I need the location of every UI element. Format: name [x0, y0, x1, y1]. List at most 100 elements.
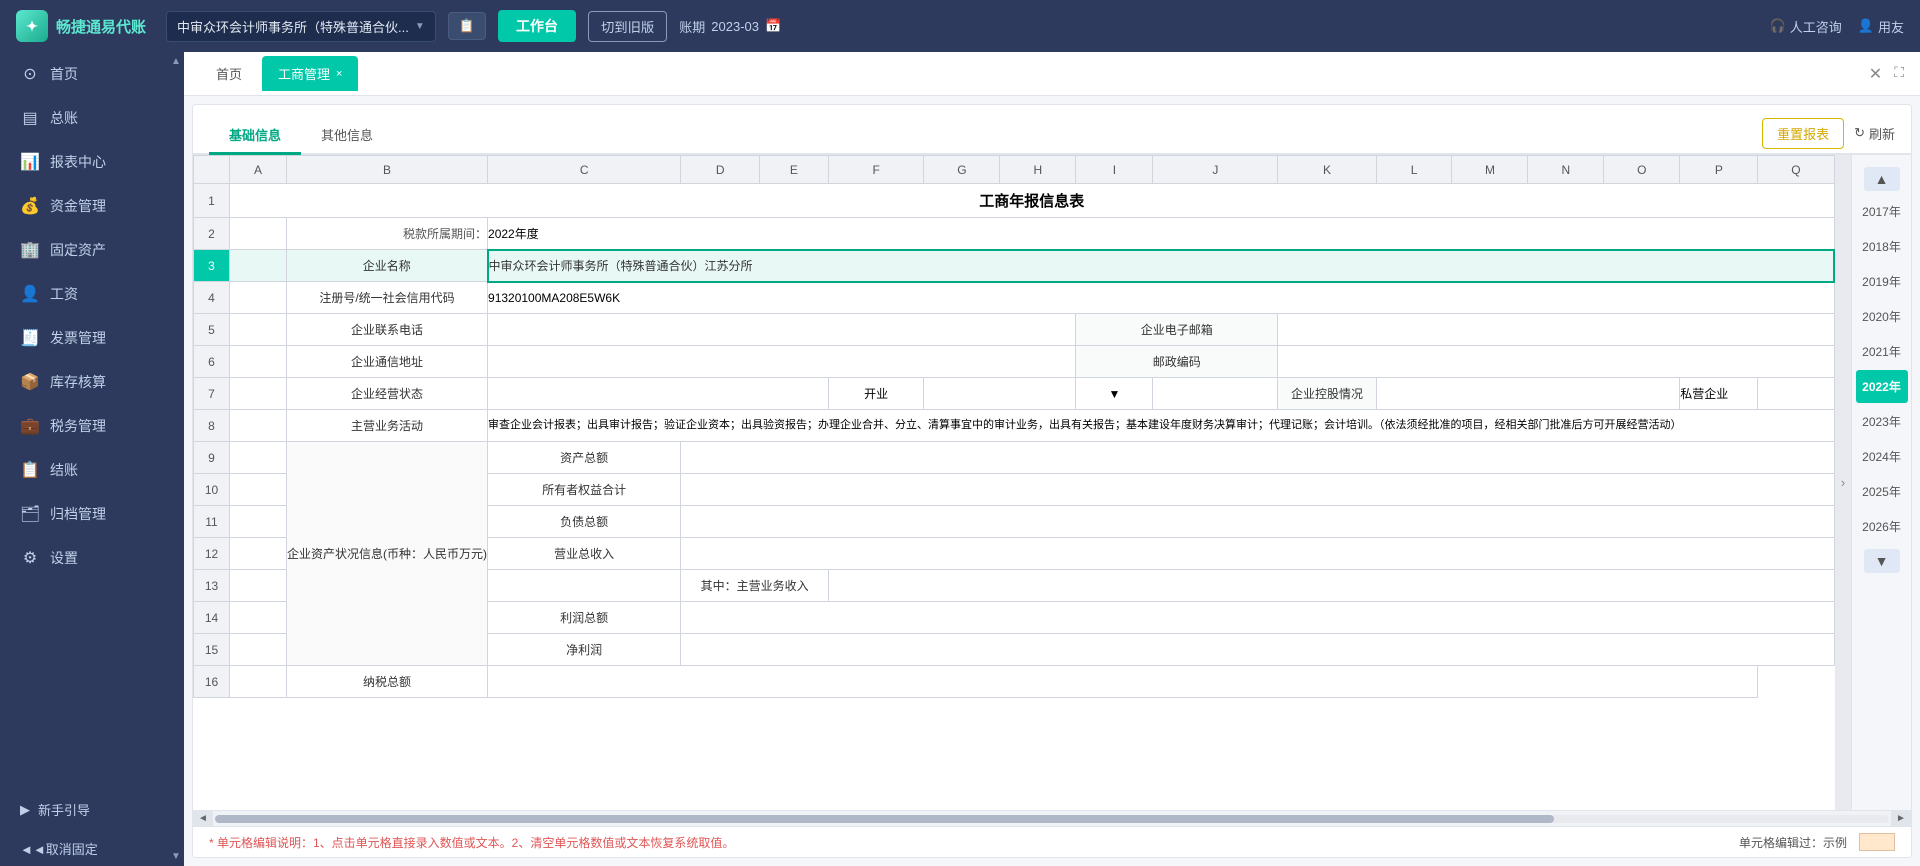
cell-7g[interactable] — [924, 378, 1076, 410]
sidebar-item-home[interactable]: ⊙首页 — [0, 52, 168, 96]
cell-2a[interactable] — [230, 218, 287, 250]
cell-8a[interactable] — [230, 410, 287, 442]
sidebar-scroll-up[interactable]: ▲ — [171, 56, 181, 67]
cell-9a[interactable] — [230, 442, 287, 474]
user-menu[interactable]: 👤 用友 — [1858, 17, 1904, 36]
col-header-c[interactable]: C — [488, 156, 681, 184]
cell-13a[interactable] — [230, 570, 287, 602]
window-expand-button[interactable]: ⛶ — [1894, 64, 1904, 84]
cell-7a[interactable] — [230, 378, 287, 410]
cell-13c-empty[interactable] — [488, 570, 681, 602]
col-header-e[interactable]: E — [760, 156, 829, 184]
col-header-q[interactable]: Q — [1758, 156, 1834, 184]
year-item-2022[interactable]: 2022年 — [1856, 370, 1908, 403]
sidebar-item-payroll[interactable]: 👤工资 — [0, 272, 168, 316]
year-scroll-up[interactable]: ▲ — [1864, 167, 1900, 191]
col-header-m[interactable]: M — [1452, 156, 1528, 184]
sidebar-item-tax[interactable]: 💼税务管理 — [0, 404, 168, 448]
year-item-2017[interactable]: 2017年 — [1856, 195, 1908, 228]
sidebar-item-inventory[interactable]: 📦库存核算 — [0, 360, 168, 404]
cell-7-arrow[interactable]: ▼ — [1076, 378, 1153, 410]
sidebar-item-ledger[interactable]: ▤总账 — [0, 96, 168, 140]
year-item-2026[interactable]: 2026年 — [1856, 510, 1908, 543]
sidebar-item-invoice[interactable]: 🧾发票管理 — [0, 316, 168, 360]
cell-3c[interactable]: 中审众环会计师事务所（特殊普通合伙）江苏分所 — [488, 250, 1834, 282]
col-header-a[interactable]: A — [230, 156, 287, 184]
tab-close-icon[interactable]: × — [336, 68, 342, 80]
cell-15d[interactable] — [681, 634, 1834, 666]
panel-toggle[interactable]: › — [1835, 155, 1851, 810]
company-selector[interactable]: 中审众环会计师事务所（特殊普通合伙... ▼ — [166, 11, 436, 42]
sidebar-item-archive[interactable]: 🗂归档管理 — [0, 492, 168, 536]
hscroll-bar[interactable]: ◄ ► — [193, 810, 1911, 826]
sidebar-item-reports[interactable]: 📊报表中心 — [0, 140, 168, 184]
cell-4c[interactable]: 91320100MA208E5W6K — [488, 282, 1834, 314]
col-header-g[interactable]: G — [924, 156, 1000, 184]
col-header-n[interactable]: N — [1528, 156, 1604, 184]
col-header-l[interactable]: L — [1376, 156, 1452, 184]
year-item-2023[interactable]: 2023年 — [1856, 405, 1908, 438]
cancel-fixed-button[interactable]: ◄◄取消固定 — [0, 831, 168, 866]
cell-2c[interactable]: 2022年度 — [488, 218, 1834, 250]
cell-12d[interactable] — [681, 538, 1834, 570]
cell-6a[interactable] — [230, 346, 287, 378]
hscroll-left-button[interactable]: ◄ — [193, 811, 213, 827]
cell-7c[interactable] — [488, 378, 829, 410]
sub-tab-basic[interactable]: 基础信息 — [209, 117, 301, 155]
col-header-f[interactable]: F — [828, 156, 924, 184]
workspace-button[interactable]: 工作台 — [498, 10, 576, 42]
copy-button[interactable]: 📋 — [448, 12, 486, 40]
col-header-d[interactable]: D — [681, 156, 760, 184]
cell-5k[interactable] — [1278, 314, 1834, 346]
cell-5c[interactable] — [488, 314, 1076, 346]
col-header-h[interactable]: H — [1000, 156, 1076, 184]
year-item-2020[interactable]: 2020年 — [1856, 300, 1908, 333]
cell-10d[interactable] — [681, 474, 1834, 506]
cell-14a[interactable] — [230, 602, 287, 634]
cell-10a[interactable] — [230, 474, 287, 506]
cell-16d[interactable] — [488, 666, 1758, 698]
col-header-k[interactable]: K — [1278, 156, 1376, 184]
col-header-p[interactable]: P — [1680, 156, 1758, 184]
sidebar-item-closeout[interactable]: 📋结账 — [0, 448, 168, 492]
cell-6k[interactable] — [1278, 346, 1834, 378]
hscroll-track[interactable] — [215, 815, 1889, 823]
year-item-2019[interactable]: 2019年 — [1856, 265, 1908, 298]
title-cell[interactable]: 工商年报信息表 — [230, 184, 1835, 218]
col-header-b[interactable]: B — [287, 156, 488, 184]
year-scroll-down[interactable]: ▼ — [1864, 549, 1900, 573]
cell-13f[interactable] — [828, 570, 1834, 602]
cell-16a[interactable] — [230, 666, 287, 698]
cell-11a[interactable] — [230, 506, 287, 538]
window-close-button[interactable]: ✕ — [1869, 64, 1882, 84]
cell-7i[interactable] — [1153, 378, 1278, 410]
cell-14d[interactable] — [681, 602, 1834, 634]
cell-5a[interactable] — [230, 314, 287, 346]
cell-15a[interactable] — [230, 634, 287, 666]
cell-4a[interactable] — [230, 282, 287, 314]
sub-tab-other[interactable]: 其他信息 — [301, 117, 393, 155]
help-button[interactable]: 🎧 人工咨询 — [1770, 17, 1842, 36]
col-header-o[interactable]: O — [1604, 156, 1680, 184]
tab-active-business[interactable]: 工商管理 × — [262, 56, 358, 91]
calendar-icon[interactable]: 📅 — [765, 18, 781, 34]
spreadsheet-container[interactable]: A B C D E F G H I J — [193, 155, 1835, 810]
new-user-guide[interactable]: ▶ 新手引导 — [0, 788, 168, 831]
reset-report-button[interactable]: 重置报表 — [1762, 118, 1844, 149]
year-item-2018[interactable]: 2018年 — [1856, 230, 1908, 263]
sidebar-item-funds[interactable]: 💰资金管理 — [0, 184, 168, 228]
col-header-j[interactable]: J — [1153, 156, 1278, 184]
sidebar-item-assets[interactable]: 🏢固定资产 — [0, 228, 168, 272]
year-item-2021[interactable]: 2021年 — [1856, 335, 1908, 368]
cell-6c[interactable] — [488, 346, 1076, 378]
cell-8c[interactable]: 审查企业会计报表；出具审计报告；验证企业资本；出具验资报告；办理企业合并、分立、… — [488, 410, 1834, 442]
cell-11d[interactable] — [681, 506, 1834, 538]
sidebar-scroll-down[interactable]: ▼ — [171, 851, 181, 862]
sidebar-item-settings[interactable]: ⚙设置 — [0, 536, 168, 580]
tab-home[interactable]: 首页 — [200, 56, 258, 91]
cell-7p[interactable]: 私营企业 — [1680, 378, 1758, 410]
switch-version-button[interactable]: 切到旧版 — [588, 11, 667, 42]
refresh-button[interactable]: ↻ 刷新 — [1854, 124, 1895, 143]
year-item-2025[interactable]: 2025年 — [1856, 475, 1908, 508]
cell-3a[interactable] — [230, 250, 287, 282]
